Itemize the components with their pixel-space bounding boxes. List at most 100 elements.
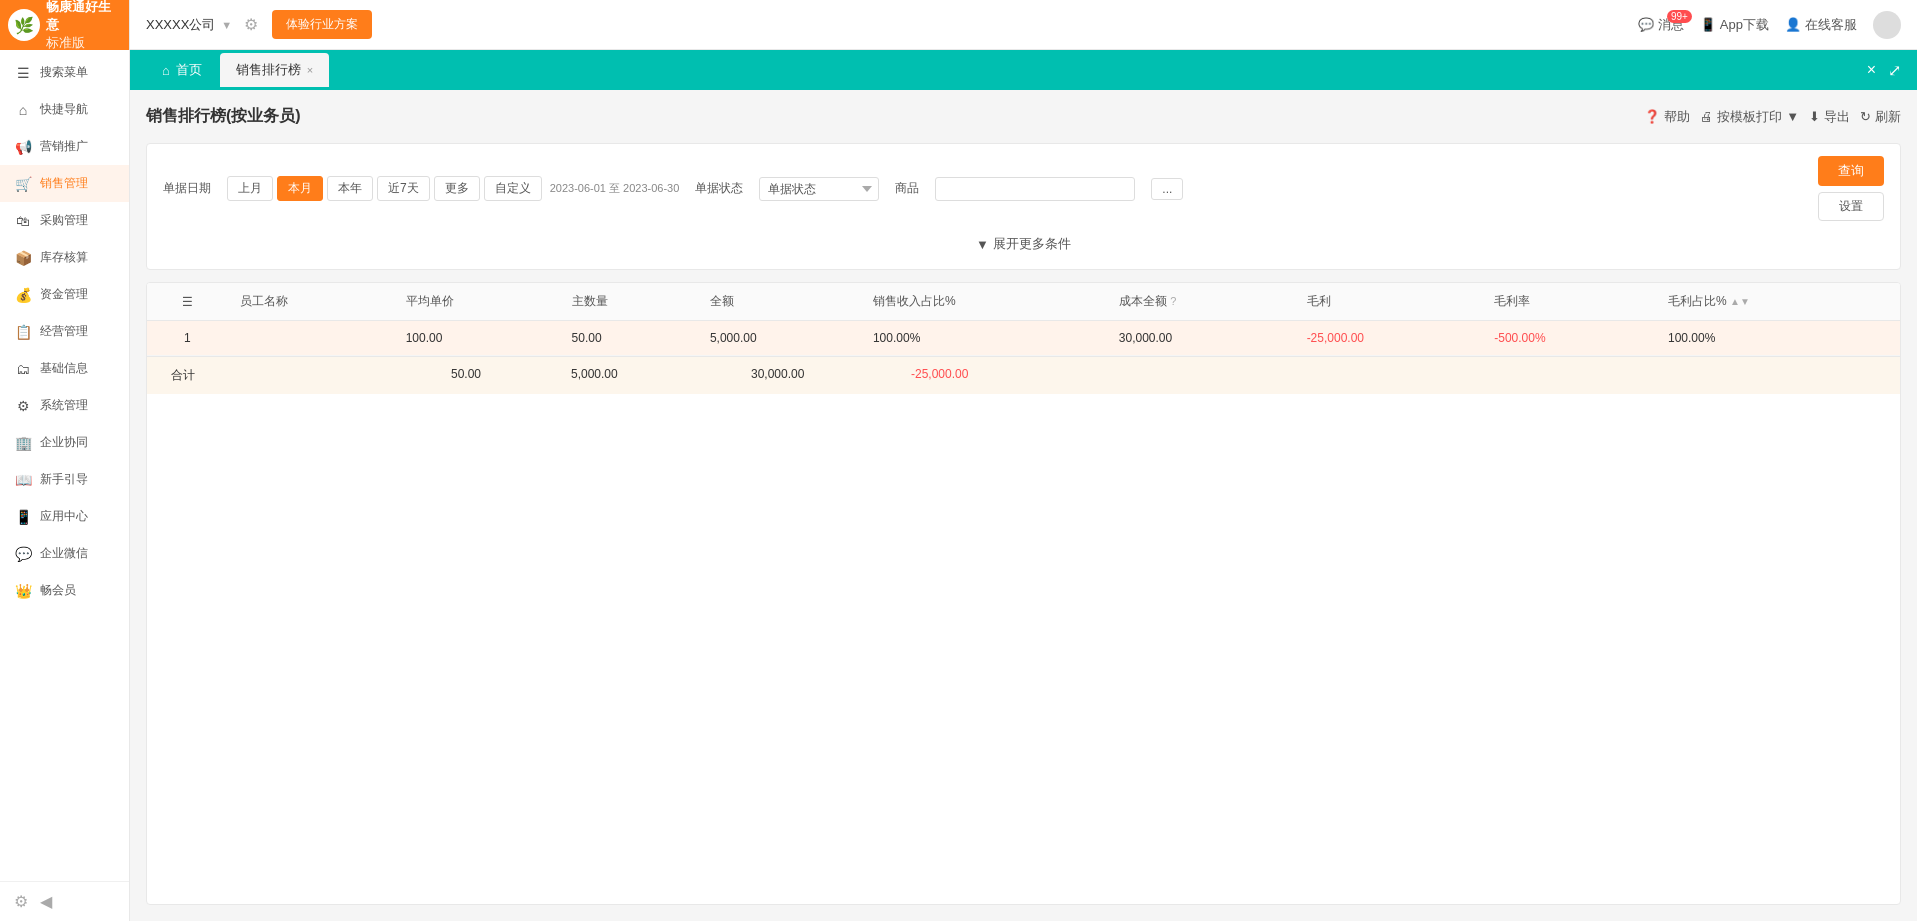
notification-btn[interactable]: 💬 消息 99+ (1638, 16, 1684, 34)
table-body: 1 100.00 50.00 5,000.00 100.00% 30,000.0… (147, 321, 1900, 356)
sidebar-item-enterprise[interactable]: 🏢 企业协同 (0, 424, 129, 461)
sidebar-item-operations[interactable]: 📋 经营管理 (0, 313, 129, 350)
sidebar-item-marketing[interactable]: 📢 营销推广 (0, 128, 129, 165)
cell-avg-price: 100.00 (394, 321, 560, 356)
table-header-row: ☰ 员工名称 平均单价 主数量 全额 销售收入占比% 成本全额 ? 毛利 毛利率… (147, 283, 1900, 321)
sidebar-label-member: 畅会员 (40, 582, 76, 599)
date-filter-label: 单据日期 (163, 180, 211, 197)
cell-amount: 5,000.00 (698, 321, 861, 356)
status-filter-label: 单据状态 (695, 180, 743, 197)
company-name: XXXXX公司 (146, 16, 215, 34)
trial-btn[interactable]: 体验行业方案 (272, 10, 372, 39)
sidebar-item-app-center[interactable]: 📱 应用中心 (0, 498, 129, 535)
goods-filter-input[interactable] (935, 177, 1135, 201)
tab-sales-ranking[interactable]: 销售排行榜 × (220, 53, 329, 87)
date-btn-custom[interactable]: 自定义 (484, 176, 542, 201)
date-btn-last-month[interactable]: 上月 (227, 176, 273, 201)
print-icon: 🖨 (1700, 109, 1713, 124)
col-sales-pct: 销售收入占比% (861, 283, 1107, 321)
sidebar-icon-app-center: 📱 (14, 509, 32, 525)
sidebar-item-base-info[interactable]: 🗂 基础信息 (0, 350, 129, 387)
sidebar-label-inventory: 库存核算 (40, 249, 88, 266)
sidebar-icon-wechat: 💬 (14, 546, 32, 562)
sidebar-settings-icon[interactable]: ⚙ (14, 892, 28, 911)
refresh-icon: ↻ (1860, 109, 1871, 124)
sidebar-item-quick-nav[interactable]: ⌂ 快捷导航 (0, 91, 129, 128)
sidebar-item-wechat[interactable]: 💬 企业微信 (0, 535, 129, 572)
sidebar-icon-purchase: 🛍 (14, 213, 32, 229)
query-button[interactable]: 查询 (1818, 156, 1884, 186)
sidebar-item-member[interactable]: 👑 畅会员 (0, 572, 129, 609)
col-amount: 全额 (698, 283, 861, 321)
export-btn[interactable]: ⬇ 导出 (1809, 108, 1850, 126)
sidebar-item-guide[interactable]: 📖 新手引导 (0, 461, 129, 498)
date-range-display: 2023-06-01 至 2023-06-30 (550, 181, 680, 196)
template-print-btn[interactable]: 🖨 按模板打印 ▼ (1700, 108, 1799, 126)
sidebar-label-base-info: 基础信息 (40, 360, 88, 377)
sidebar-icon-inventory: 📦 (14, 250, 32, 266)
help-icon: ❓ (1644, 109, 1660, 124)
logo-icon: 🌿 (8, 9, 40, 41)
tab-restore-icon[interactable]: ⤢ (1888, 61, 1901, 80)
sidebar-collapse-icon[interactable]: ◀ (40, 892, 52, 911)
app-download-icon: 📱 (1700, 17, 1716, 32)
summary-amount: 5,000.00 (559, 367, 679, 384)
cost-help-icon[interactable]: ? (1170, 295, 1176, 307)
company-selector[interactable]: XXXXX公司 ▼ (146, 16, 232, 34)
app-download-btn[interactable]: 📱 App下载 (1700, 16, 1769, 34)
tabbar-right: × ⤢ (1867, 61, 1901, 80)
app-logo: 🌿 畅康通好生意 标准版 (0, 0, 129, 50)
sidebar-icon-operations: 📋 (14, 324, 32, 340)
col-profit-pct: 毛利占比% ▲▼ (1656, 283, 1900, 321)
sidebar-label-guide: 新手引导 (40, 471, 88, 488)
sidebar-label-enterprise: 企业协同 (40, 434, 88, 451)
sidebar-label-system: 系统管理 (40, 397, 88, 414)
tab-close-all-icon[interactable]: × (1867, 61, 1876, 79)
profit-pct-sort-icon[interactable]: ▲▼ (1730, 296, 1750, 307)
sidebar-label-finance: 资金管理 (40, 286, 88, 303)
online-service-btn[interactable]: 👤 在线客服 (1785, 16, 1857, 34)
cell-name (228, 321, 394, 356)
sidebar-item-sales[interactable]: 🛒 销售管理 (0, 165, 129, 202)
home-icon: ⌂ (162, 63, 170, 78)
sidebar-label-quick-nav: 快捷导航 (40, 101, 88, 118)
sidebar-icon-finance: 💰 (14, 287, 32, 303)
status-filter-select[interactable]: 单据状态 (759, 177, 879, 201)
topbar: XXXXX公司 ▼ ⚙ 体验行业方案 💬 消息 99+ 📱 App下载 👤 在线… (130, 0, 1917, 50)
main-area: XXXXX公司 ▼ ⚙ 体验行业方案 💬 消息 99+ 📱 App下载 👤 在线… (130, 0, 1917, 921)
expand-more-btn[interactable]: ▼ 展开更多条件 (976, 235, 1071, 253)
sidebar-item-system[interactable]: ⚙ 系统管理 (0, 387, 129, 424)
more-conditions-btn[interactable]: ... (1151, 178, 1183, 200)
sidebar-item-finance[interactable]: 💰 资金管理 (0, 276, 129, 313)
col-name: 员工名称 (228, 283, 394, 321)
sidebar-icon-system: ⚙ (14, 398, 32, 414)
date-btn-this-year[interactable]: 本年 (327, 176, 373, 201)
user-avatar[interactable] (1873, 11, 1901, 39)
sidebar-item-purchase[interactable]: 🛍 采购管理 (0, 202, 129, 239)
tab-home[interactable]: ⌂ 首页 (146, 53, 218, 87)
sidebar-footer: ⚙ ◀ (0, 881, 129, 921)
sidebar-item-inventory[interactable]: 📦 库存核算 (0, 239, 129, 276)
date-btn-this-month[interactable]: 本月 (277, 176, 323, 201)
settings-gear-icon[interactable]: ⚙ (244, 15, 258, 34)
table-row[interactable]: 1 100.00 50.00 5,000.00 100.00% 30,000.0… (147, 321, 1900, 356)
settings-button[interactable]: 设置 (1818, 192, 1884, 221)
sidebar-icon-enterprise: 🏢 (14, 435, 32, 451)
help-btn[interactable]: ❓ 帮助 (1644, 108, 1690, 126)
refresh-btn[interactable]: ↻ 刷新 (1860, 108, 1901, 126)
sidebar-label-search: 搜索菜单 (40, 64, 88, 81)
date-filter-options: 上月 本月 本年 近7天 更多 自定义 2023-06-01 至 2023-06… (227, 176, 679, 201)
sidebar-item-search[interactable]: ☰ 搜索菜单 (0, 54, 129, 91)
sidebar-label-purchase: 采购管理 (40, 212, 88, 229)
topbar-right: 💬 消息 99+ 📱 App下载 👤 在线客服 (1638, 11, 1901, 39)
cell-rank: 1 (147, 321, 228, 356)
goods-filter-label: 商品 (895, 180, 919, 197)
date-btn-more[interactable]: 更多 (434, 176, 480, 201)
tab-close-icon[interactable]: × (307, 64, 313, 76)
summary-profit: -25,000.00 (899, 367, 980, 384)
cell-cost: 30,000.00 (1107, 321, 1295, 356)
sidebar-label-sales: 销售管理 (40, 175, 88, 192)
cell-profit: -25,000.00 (1295, 321, 1483, 356)
date-btn-7days[interactable]: 近7天 (377, 176, 430, 201)
sidebar-icon-quick-nav: ⌂ (14, 102, 32, 118)
